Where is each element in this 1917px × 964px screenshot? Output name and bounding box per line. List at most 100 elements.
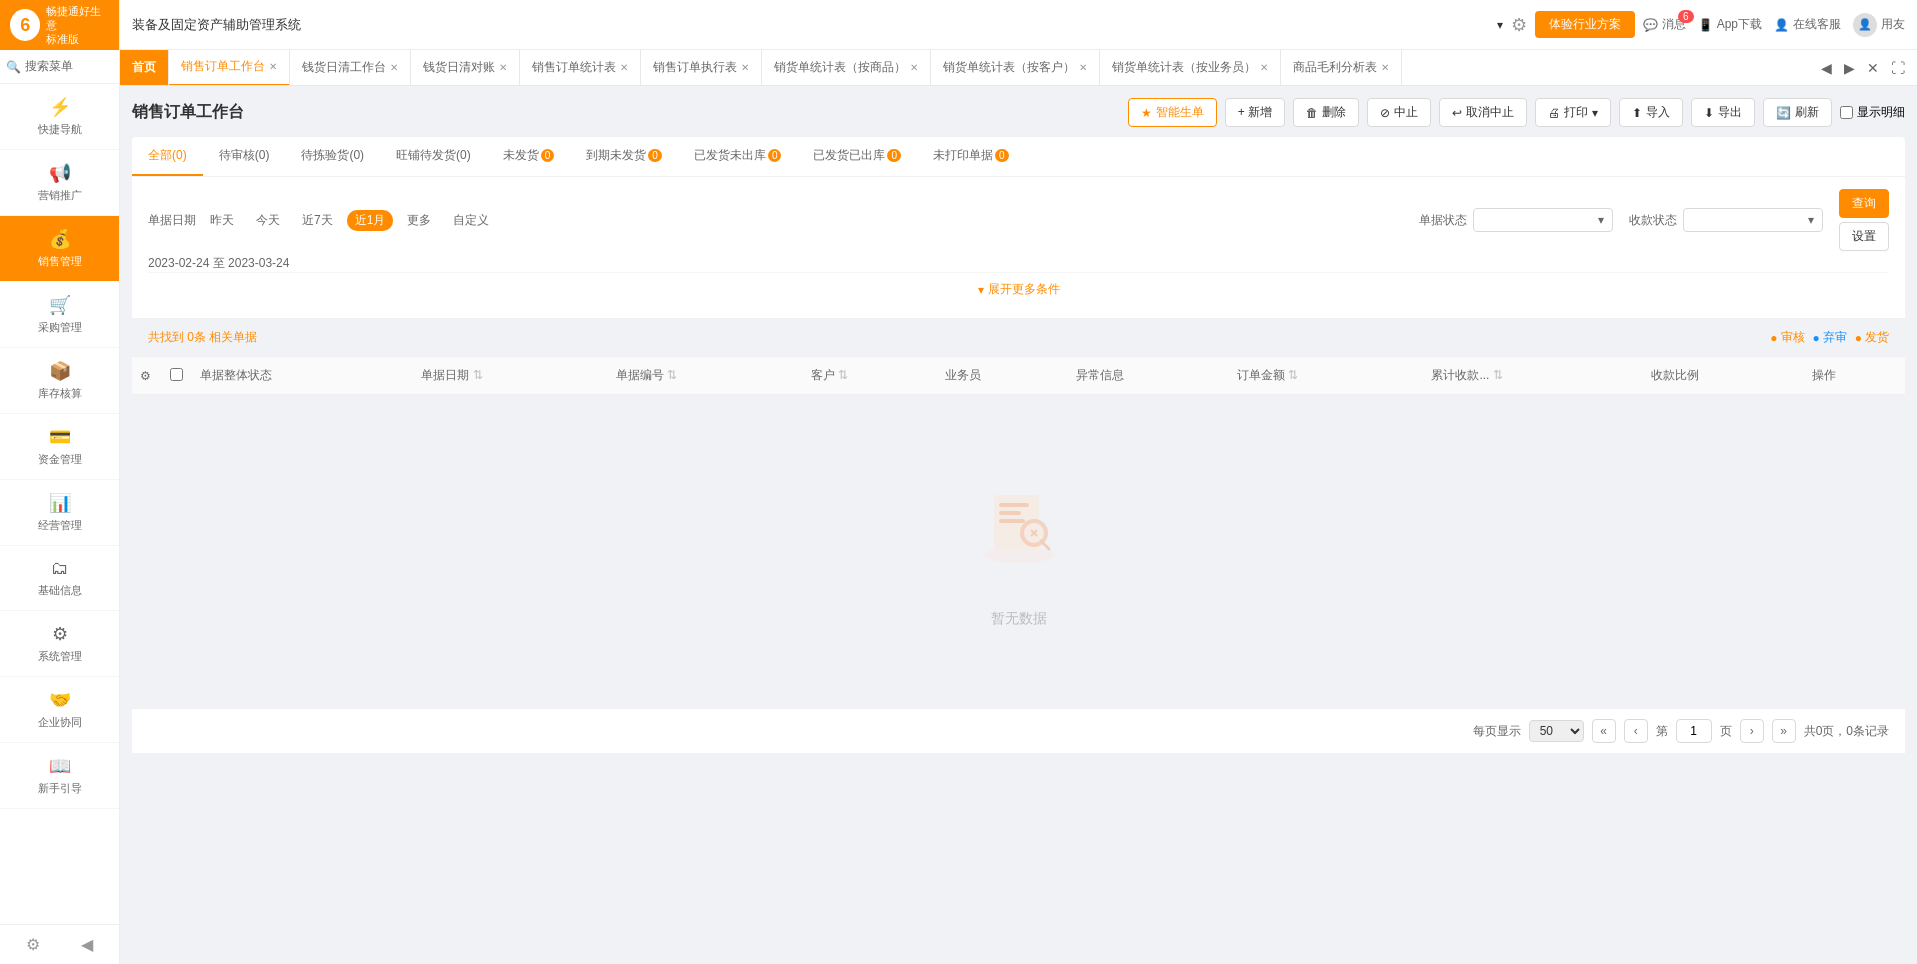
tab-sales-workbench[interactable]: 销售订单工作台 ✕ bbox=[169, 50, 290, 86]
tab-next-btn[interactable]: ▶ bbox=[1840, 58, 1859, 78]
tab-close-all-btn[interactable]: ✕ bbox=[1863, 58, 1883, 78]
user-area[interactable]: 👤 用友 bbox=[1853, 13, 1905, 37]
filter-tab-wangpu[interactable]: 旺铺待发货(0) bbox=[380, 137, 487, 176]
date-custom-btn[interactable]: 自定义 bbox=[445, 210, 497, 231]
refresh-btn[interactable]: 🔄 刷新 bbox=[1763, 98, 1832, 127]
th-date[interactable]: 单据日期 ⇅ bbox=[413, 357, 608, 395]
page-input[interactable] bbox=[1676, 719, 1712, 743]
sort-amount-icon[interactable]: ⇅ bbox=[1288, 368, 1298, 382]
message-action[interactable]: 💬 消息 6 bbox=[1643, 16, 1686, 33]
sidebar-item-purchase[interactable]: 🛒 采购管理 bbox=[0, 282, 119, 348]
stop-btn[interactable]: ⊘ 中止 bbox=[1367, 98, 1431, 127]
next-page-btn[interactable]: › bbox=[1740, 719, 1764, 743]
filter-tab-not-printed[interactable]: 未打印单据0 bbox=[917, 137, 1025, 176]
sidebar-item-sales[interactable]: 💰 销售管理 bbox=[0, 216, 119, 282]
query-btn[interactable]: 查询 bbox=[1839, 189, 1889, 218]
settings-bottom-btn[interactable]: ⚙ bbox=[26, 935, 40, 954]
date-more-btn[interactable]: 更多 bbox=[399, 210, 439, 231]
batch-cancel-review-btn[interactable]: ● 弃审 bbox=[1813, 329, 1847, 346]
settings-icon[interactable]: ⚙ bbox=[1511, 14, 1527, 36]
expand-conditions-btn[interactable]: ▾ 展开更多条件 bbox=[148, 272, 1889, 306]
basic-icon: 🗂 bbox=[51, 558, 69, 579]
smart-generate-btn[interactable]: ★ 智能生单 bbox=[1128, 98, 1217, 127]
sidebar-search[interactable]: 🔍 搜索菜单 bbox=[0, 50, 119, 84]
tab-cash-reconcile[interactable]: 钱货日清对账 ✕ bbox=[411, 50, 520, 86]
th-number[interactable]: 单据编号 ⇅ bbox=[608, 357, 803, 395]
select-all-checkbox[interactable] bbox=[170, 368, 183, 381]
tab-close-cash-daily[interactable]: ✕ bbox=[390, 62, 398, 73]
sidebar-item-guide[interactable]: 📖 新手引导 bbox=[0, 743, 119, 809]
filter-tab-shipped-out[interactable]: 已发货已出库0 bbox=[797, 137, 917, 176]
th-customer[interactable]: 客户 ⇅ bbox=[803, 357, 937, 395]
first-page-btn[interactable]: « bbox=[1592, 719, 1616, 743]
import-btn[interactable]: ⬆ 导入 bbox=[1619, 98, 1683, 127]
tab-close-sales-exec[interactable]: ✕ bbox=[741, 62, 749, 73]
sort-customer-icon[interactable]: ⇅ bbox=[838, 368, 848, 382]
sidebar-item-finance[interactable]: 💳 资金管理 bbox=[0, 414, 119, 480]
tab-close-customer[interactable]: ✕ bbox=[1079, 62, 1087, 73]
th-received[interactable]: 累计收款... ⇅ bbox=[1423, 357, 1643, 395]
th-amount[interactable]: 订单金额 ⇅ bbox=[1229, 357, 1424, 395]
operation-icon: 📊 bbox=[49, 492, 71, 514]
date-7days-btn[interactable]: 近7天 bbox=[294, 210, 341, 231]
prev-page-btn[interactable]: ‹ bbox=[1624, 719, 1648, 743]
th-settings[interactable]: ⚙ bbox=[132, 357, 162, 395]
delete-btn[interactable]: 🗑 删除 bbox=[1293, 98, 1359, 127]
tab-home[interactable]: 首页 bbox=[120, 50, 169, 86]
online-service-action[interactable]: 👤 在线客服 bbox=[1774, 16, 1841, 33]
filter-tab-overdue[interactable]: 到期未发货0 bbox=[570, 137, 678, 176]
empty-text: 暂无数据 bbox=[991, 610, 1047, 628]
show-detail-label[interactable]: 显示明细 bbox=[1840, 104, 1905, 121]
sidebar-item-basic[interactable]: 🗂 基础信息 bbox=[0, 546, 119, 611]
filter-tab-all[interactable]: 全部(0) bbox=[132, 137, 203, 176]
tab-sales-summary-staff[interactable]: 销货单统计表（按业务员） ✕ bbox=[1100, 50, 1281, 86]
sidebar-item-inventory[interactable]: 📦 库存核算 bbox=[0, 348, 119, 414]
industry-btn[interactable]: 体验行业方案 bbox=[1535, 11, 1635, 38]
app-download-action[interactable]: 📱 App下载 bbox=[1698, 16, 1762, 33]
export-btn[interactable]: ⬇ 导出 bbox=[1691, 98, 1755, 127]
tab-maximize-btn[interactable]: ⛶ bbox=[1887, 58, 1909, 78]
cancel-stop-btn[interactable]: ↩ 取消中止 bbox=[1439, 98, 1527, 127]
tab-close-product[interactable]: ✕ bbox=[910, 62, 918, 73]
tab-close-staff[interactable]: ✕ bbox=[1260, 62, 1268, 73]
sidebar-item-enterprise[interactable]: 🤝 企业协同 bbox=[0, 677, 119, 743]
payment-select[interactable]: ▾ bbox=[1683, 208, 1823, 232]
filter-tab-pending-review[interactable]: 待审核(0) bbox=[203, 137, 286, 176]
status-select[interactable]: ▾ bbox=[1473, 208, 1613, 232]
sort-number-icon[interactable]: ⇅ bbox=[667, 368, 677, 382]
show-detail-checkbox[interactable] bbox=[1840, 106, 1853, 119]
sort-date-icon[interactable]: ⇅ bbox=[473, 368, 483, 382]
tab-close-sales-workbench[interactable]: ✕ bbox=[269, 61, 277, 72]
batch-review-btn[interactable]: ● 审核 bbox=[1770, 329, 1804, 346]
tab-close-cash-reconcile[interactable]: ✕ bbox=[499, 62, 507, 73]
tab-prev-btn[interactable]: ◀ bbox=[1817, 58, 1836, 78]
batch-ship-btn[interactable]: ● 发货 bbox=[1855, 329, 1889, 346]
add-btn[interactable]: + 新增 bbox=[1225, 98, 1285, 127]
sidebar-item-system[interactable]: ⚙ 系统管理 bbox=[0, 611, 119, 677]
th-checkbox[interactable] bbox=[162, 357, 192, 395]
filter-tab-not-shipped[interactable]: 未发货0 bbox=[487, 137, 571, 176]
date-today-btn[interactable]: 今天 bbox=[248, 210, 288, 231]
filter-tab-pending-inspect[interactable]: 待拣验货(0) bbox=[285, 137, 380, 176]
tab-sales-stats[interactable]: 销售订单统计表 ✕ bbox=[520, 50, 641, 86]
tab-sales-summary-customer[interactable]: 销货单统计表（按客户） ✕ bbox=[931, 50, 1100, 86]
filter-tab-shipped-not-out[interactable]: 已发货未出库0 bbox=[678, 137, 798, 176]
print-btn[interactable]: 🖨 打印 ▾ bbox=[1535, 98, 1611, 127]
sidebar-item-operation[interactable]: 📊 经营管理 bbox=[0, 480, 119, 546]
date-1month-btn[interactable]: 近1月 bbox=[347, 210, 394, 231]
sort-received-icon[interactable]: ⇅ bbox=[1493, 368, 1503, 382]
tab-cash-daily[interactable]: 钱货日清工作台 ✕ bbox=[290, 50, 411, 86]
sidebar-item-quick-nav[interactable]: ⚡ 快捷导航 bbox=[0, 84, 119, 150]
system-dropdown[interactable]: ▾ bbox=[1497, 18, 1503, 32]
last-page-btn[interactable]: » bbox=[1772, 719, 1796, 743]
collapse-btn[interactable]: ◀ bbox=[81, 935, 93, 954]
per-page-select[interactable]: 10 20 50 100 bbox=[1529, 720, 1584, 742]
settings-search-btn[interactable]: 设置 bbox=[1839, 222, 1889, 251]
tab-sales-exec[interactable]: 销售订单执行表 ✕ bbox=[641, 50, 762, 86]
date-yesterday-btn[interactable]: 昨天 bbox=[202, 210, 242, 231]
tab-sales-summary-product[interactable]: 销货单统计表（按商品） ✕ bbox=[762, 50, 931, 86]
tab-close-sales-stats[interactable]: ✕ bbox=[620, 62, 628, 73]
tab-product-margin[interactable]: 商品毛利分析表 ✕ bbox=[1281, 50, 1402, 86]
sidebar-item-marketing[interactable]: 📢 营销推广 bbox=[0, 150, 119, 216]
tab-close-margin[interactable]: ✕ bbox=[1381, 62, 1389, 73]
